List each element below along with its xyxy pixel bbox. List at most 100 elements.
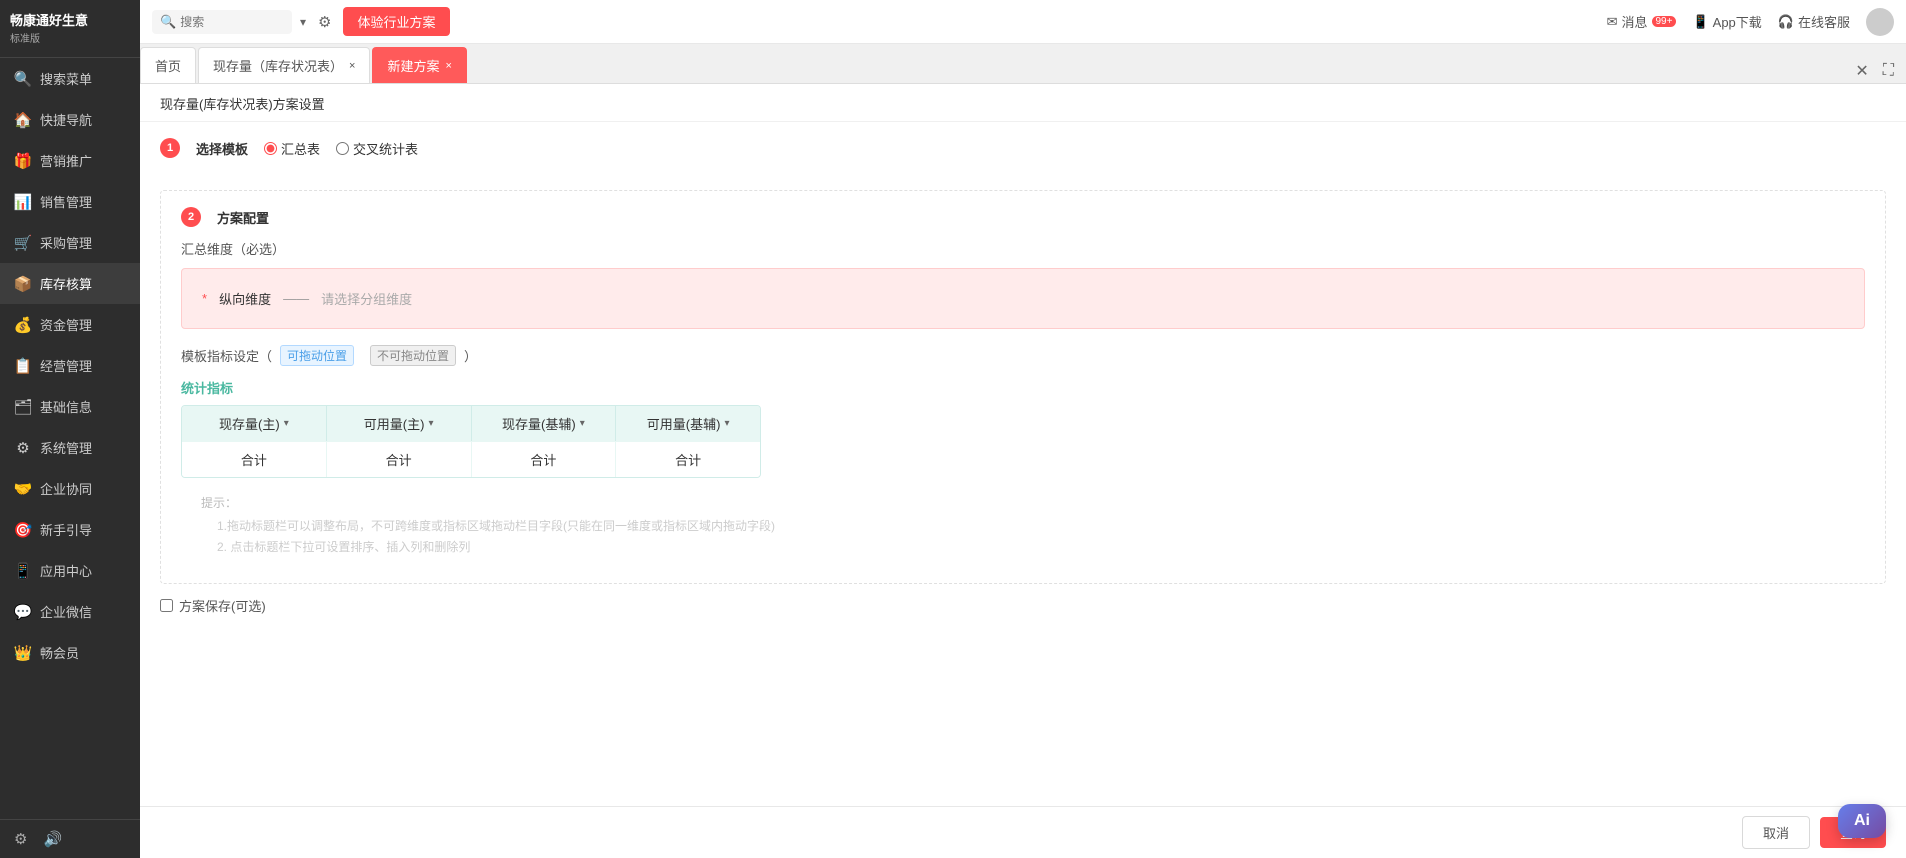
sidebar: 畅康通好生意 标准版 🔍 搜索菜单 🏠 快捷导航 🎁 营销推广 📊 销售管理 🛒… [0,0,140,858]
stats-header-label-0: 现存量(主) [219,414,280,433]
sidebar-nav: 🔍 搜索菜单 🏠 快捷导航 🎁 营销推广 📊 销售管理 🛒 采购管理 📦 库存核… [0,58,140,819]
purchase-icon: 🛒 [14,234,32,252]
stats-header-label-1: 可用量(主) [364,414,425,433]
save-scheme-checkbox[interactable] [160,599,173,612]
sidebar-item-vip[interactable]: 👑 畅会员 [0,632,140,673]
sidebar-item-wechat[interactable]: 💬 企业微信 [0,591,140,632]
sidebar-item-label: 系统管理 [40,438,92,457]
search-menu-icon: 🔍 [14,70,32,88]
sidebar-item-management[interactable]: 📋 经营管理 [0,345,140,386]
stats-body-cell-0: 合计 [182,442,327,477]
trial-btn[interactable]: 体验行业方案 [343,7,449,36]
settings-icon[interactable]: ⚙ [14,830,27,848]
tab-new-scheme-close-btn[interactable]: × [445,60,451,72]
topbar-right-area: ✉ 消息 99+ 📱 App下载 🎧 在线客服 [1607,8,1894,36]
tag-movable: 可拖动位置 [280,345,354,366]
settings-gear-icon[interactable]: ⚙ [314,9,335,35]
step2-header-row: 2 方案配置 [181,207,1865,227]
page-title: 现存量(库存状况表)方案设置 [140,84,1906,122]
topbar-search-box[interactable]: 🔍 [152,10,292,34]
sidebar-item-label: 应用中心 [40,561,92,580]
tab-inventory-status-label: 现存量（库存状况表） [213,56,343,75]
hint-item-0: 1.拖动标题栏可以调整布局，不可跨维度或指标区域拖动栏目字段(只能在同一维度或指… [201,517,1845,534]
step2-label: 方案配置 [217,208,269,227]
hint-section: 提示： 1.拖动标题栏可以调整布局，不可跨维度或指标区域拖动栏目字段(只能在同一… [181,478,1865,567]
tabbar-right-btns: ✕ ⛶ [1851,59,1906,83]
topbar: 🔍 ▾ ⚙ 体验行业方案 ✉ 消息 99+ 📱 App下载 🎧 在线客服 [140,0,1906,44]
online-service-btn[interactable]: 🎧 在线客服 [1778,12,1850,31]
messages-badge: 99+ [1652,16,1677,27]
app-center-icon: 📱 [14,562,32,580]
stats-header-cell-3[interactable]: 可用量(基辅) ▾ [616,406,760,441]
sidebar-item-label: 经营管理 [40,356,92,375]
stats-table-header: 现存量(主) ▾ 可用量(主) ▾ 现存量(基辅) ▾ 可用量(基辅) ▾ [182,406,760,441]
sidebar-item-search-menu[interactable]: 🔍 搜索菜单 [0,58,140,99]
message-icon: ✉ [1607,14,1618,30]
sound-icon[interactable]: 🔊 [43,830,62,848]
tab-new-scheme[interactable]: 新建方案 × [372,47,466,83]
radio-cross-label: 交叉统计表 [353,139,418,158]
dimension-placeholder[interactable]: 请选择分组维度 [321,289,412,308]
app-edition: 标准版 [10,30,130,45]
tab-inventory-status-close-btn[interactable]: × [349,60,355,72]
tab-expand-btn[interactable]: ⛶ [1879,60,1898,82]
messages-btn[interactable]: ✉ 消息 99+ [1607,12,1677,31]
template-config-prefix: 模板指标设定（ [181,346,272,365]
sidebar-item-system[interactable]: ⚙ 系统管理 [0,427,140,468]
cancel-button[interactable]: 取消 [1742,816,1810,849]
main-area: 🔍 ▾ ⚙ 体验行业方案 ✉ 消息 99+ 📱 App下载 🎧 在线客服 [140,0,1906,858]
radio-cross-input[interactable] [336,142,349,155]
stats-body-cell-2: 合计 [472,442,617,477]
user-avatar[interactable] [1866,8,1894,36]
radio-summary-input[interactable] [264,142,277,155]
sidebar-item-enterprise[interactable]: 🤝 企业协同 [0,468,140,509]
sidebar-item-basic-info[interactable]: 🗂 基础信息 [0,386,140,427]
tag-non-movable: 不可拖动位置 [370,345,456,366]
basic-info-icon: 🗂 [14,398,32,416]
stats-header-cell-1[interactable]: 可用量(主) ▾ [327,406,472,441]
tab-inventory-status[interactable]: 现存量（库存状况表） × [198,47,370,83]
sidebar-item-label: 搜索菜单 [40,69,92,88]
step1-section: 1 选择模板 汇总表 交叉统计表 [140,122,1906,190]
inventory-icon: 📦 [14,275,32,293]
search-input[interactable] [180,15,280,29]
system-icon: ⚙ [14,439,32,457]
stats-header-label-2: 现存量(基辅) [502,414,576,433]
online-service-label: 在线客服 [1798,12,1850,31]
marketing-icon: 🎁 [14,152,32,170]
radio-summary-label: 汇总表 [281,139,320,158]
sidebar-item-guide[interactable]: 🎯 新手引导 [0,509,140,550]
dimension-row: * 纵向维度 —— 请选择分组维度 [202,289,1844,308]
management-icon: 📋 [14,357,32,375]
radio-cross[interactable]: 交叉统计表 [336,139,418,158]
phone-icon: 📱 [1692,14,1708,30]
sidebar-item-label: 采购管理 [40,233,92,252]
sidebar-item-label: 畅会员 [40,643,79,662]
summary-dimension-label: 汇总维度（必选） [181,239,1865,258]
sidebar-item-finance[interactable]: 💰 资金管理 [0,304,140,345]
vip-icon: 👑 [14,644,32,662]
sidebar-item-quick-nav[interactable]: 🏠 快捷导航 [0,99,140,140]
sidebar-item-purchase[interactable]: 🛒 采购管理 [0,222,140,263]
sidebar-item-inventory[interactable]: 📦 库存核算 [0,263,140,304]
tabbar: 首页 现存量（库存状况表） × 新建方案 × ✕ ⛶ [140,44,1906,84]
sidebar-item-marketing[interactable]: 🎁 营销推广 [0,140,140,181]
ai-float-btn[interactable]: Ai [1838,804,1886,838]
sidebar-item-sales[interactable]: 📊 销售管理 [0,181,140,222]
sidebar-item-label: 快捷导航 [40,110,92,129]
stats-header-cell-2[interactable]: 现存量(基辅) ▾ [472,406,617,441]
stats-header-cell-0[interactable]: 现存量(主) ▾ [182,406,327,441]
messages-label: 消息 [1621,12,1647,31]
template-config-label-row: 模板指标设定（ 可拖动位置 不可拖动位置 ） [181,345,1865,366]
radio-summary[interactable]: 汇总表 [264,139,320,158]
sidebar-item-app-center[interactable]: 📱 应用中心 [0,550,140,591]
tab-home[interactable]: 首页 [140,47,196,83]
search-dropdown-btn[interactable]: ▾ [300,15,306,29]
app-download-btn[interactable]: 📱 App下载 [1692,12,1761,31]
stats-body-cell-3: 合计 [616,442,760,477]
tab-close-btn[interactable]: ✕ [1851,59,1872,83]
sidebar-item-label: 新手引导 [40,520,92,539]
step1-label: 选择模板 [196,139,248,158]
search-icon: 🔍 [160,14,176,30]
sidebar-item-label: 营销推广 [40,151,92,170]
